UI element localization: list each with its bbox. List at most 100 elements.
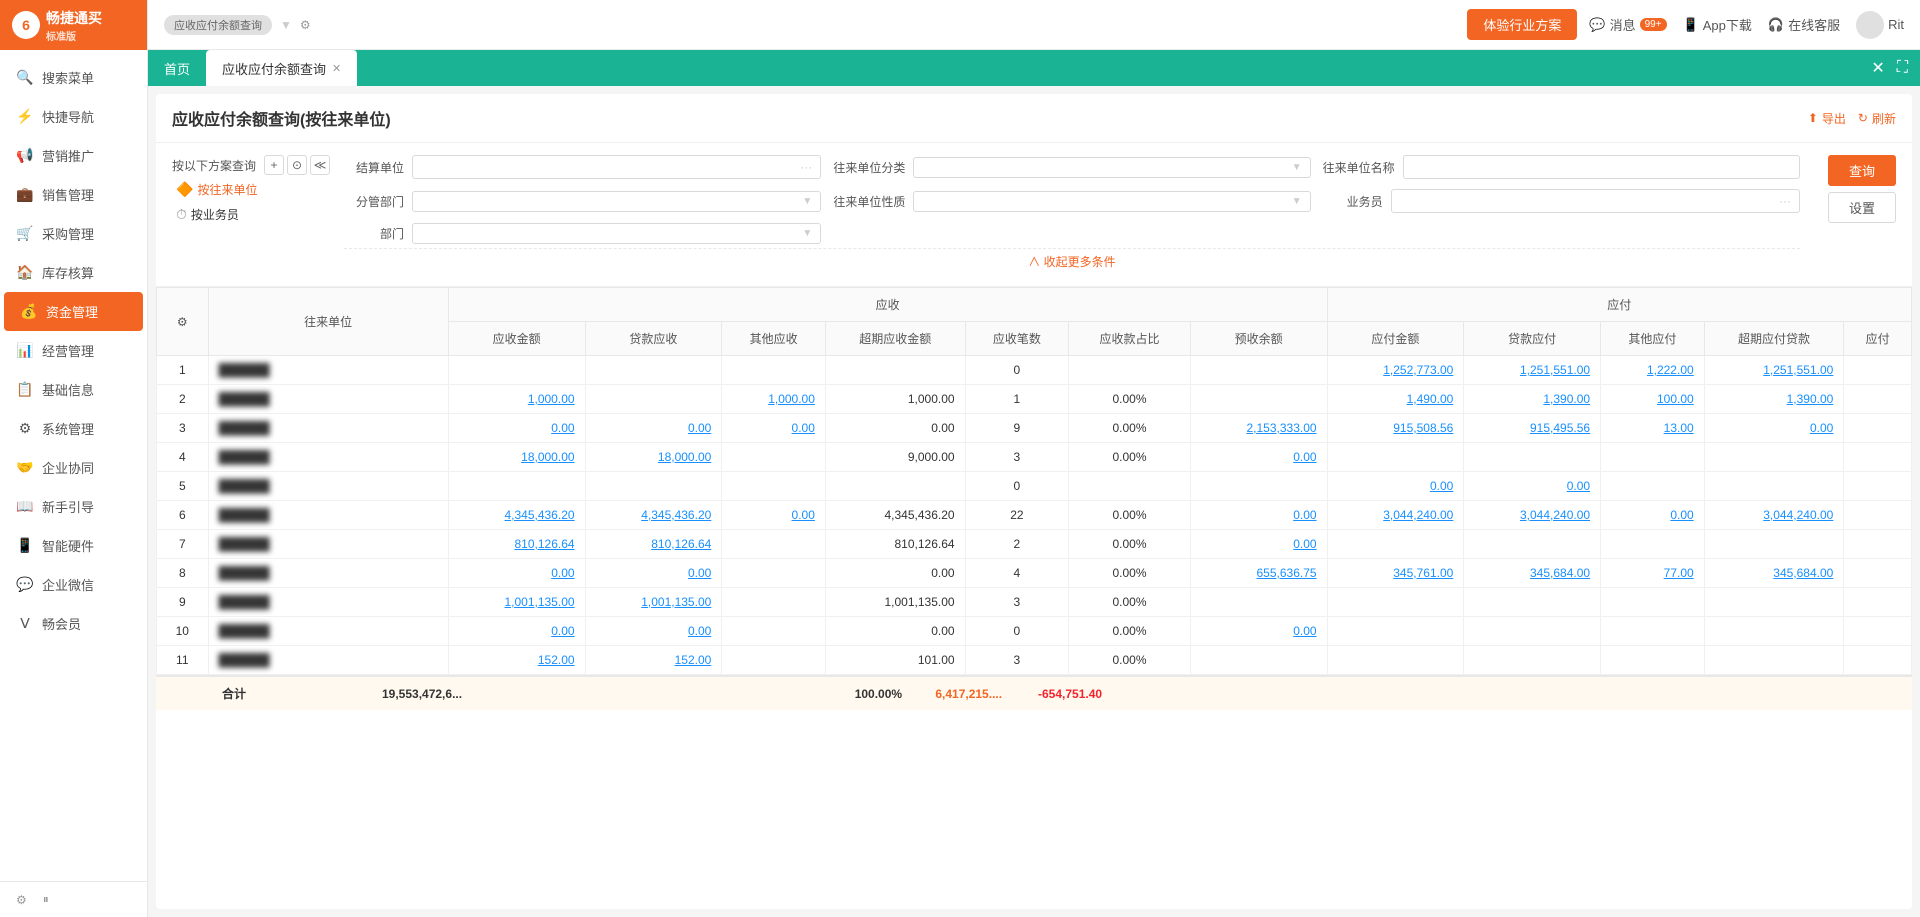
sidebar-item-basics[interactable]: 📋 基础信息 [0, 370, 147, 409]
cell-link[interactable]: 1,222.00 [1647, 363, 1694, 377]
partner-nature-input[interactable]: ▼ [913, 191, 1310, 212]
cell-link[interactable]: 0.00 [688, 421, 711, 435]
sidebar-item-quicknav[interactable]: ⚡ 快捷导航 [0, 97, 147, 136]
cell-link[interactable]: 1,490.00 [1407, 392, 1454, 406]
tab-maximize-icon[interactable]: ⛶ [1897, 59, 1908, 77]
settings-icon[interactable]: ⚙ [16, 893, 27, 907]
sidebar-item-search[interactable]: 🔍 搜索菜单 [0, 58, 147, 97]
filter-collapse-button[interactable]: ∧ 收起更多条件 [344, 248, 1800, 274]
cell-link[interactable]: 0.00 [1567, 479, 1590, 493]
message-badge: 99+ [1640, 18, 1667, 31]
cell-link[interactable]: 0.00 [551, 566, 574, 580]
cell-link[interactable]: 1,251,551.00 [1763, 363, 1833, 377]
cell-link[interactable]: 0.00 [1293, 624, 1316, 638]
settlement-unit-input[interactable]: ··· [412, 155, 821, 179]
cell-link[interactable]: 0.00 [551, 421, 574, 435]
partner-category-input[interactable]: ▼ [913, 157, 1310, 178]
solution-button[interactable]: 体验行业方案 [1467, 9, 1577, 40]
tab-close-icon[interactable]: ✕ [332, 62, 341, 75]
cell-link[interactable]: 1,251,551.00 [1520, 363, 1590, 377]
sidebar-item-wechat[interactable]: 💬 企业微信 [0, 565, 147, 604]
cell-link[interactable]: 345,761.00 [1393, 566, 1453, 580]
cell-link[interactable]: 655,636.75 [1257, 566, 1317, 580]
cell-link[interactable]: 3,044,240.00 [1383, 508, 1453, 522]
sidebar-item-finance[interactable]: 💰 资金管理 [4, 292, 143, 331]
export-button[interactable]: ⬆ 导出 [1808, 110, 1846, 127]
cell-link[interactable]: 1,390.00 [1787, 392, 1834, 406]
filter-option-partner[interactable]: 🔶 按往来单位 [172, 179, 332, 200]
partner-name-input[interactable] [1403, 155, 1800, 179]
refresh-button[interactable]: ↻ 刷新 [1858, 110, 1896, 127]
filter-option-salesperson[interactable]: ⏱ 按业务员 [172, 204, 332, 225]
query-button[interactable]: 查询 [1828, 155, 1896, 186]
cell-link[interactable]: 1,001,135.00 [641, 595, 711, 609]
sidebar-item-operations[interactable]: 📊 经营管理 [0, 331, 147, 370]
th-settings[interactable]: ⚙ [157, 288, 209, 356]
cell-link[interactable]: 1,000.00 [768, 392, 815, 406]
online-service-link[interactable]: 🎧 在线客服 [1768, 15, 1840, 34]
sidebar-item-guide[interactable]: 📖 新手引导 [0, 487, 147, 526]
cell-link[interactable]: 810,126.64 [514, 537, 574, 551]
app-download-link[interactable]: 📱 App下载 [1683, 15, 1752, 34]
cell-link[interactable]: 345,684.00 [1773, 566, 1833, 580]
salesperson-input[interactable]: ··· [1391, 189, 1800, 213]
tab-home-label: 首页 [164, 59, 190, 78]
cell-link[interactable]: 1,001,135.00 [504, 595, 574, 609]
collapse-icon[interactable]: ⏸ [43, 892, 49, 907]
cell-link[interactable]: 0.00 [688, 566, 711, 580]
table-row: 10██████0.000.000.0000.00%0.00 [157, 617, 1912, 646]
cell-link[interactable]: 0.00 [792, 508, 815, 522]
add-scheme-button[interactable]: + [264, 155, 284, 175]
sidebar-item-inventory[interactable]: 🏠 库存核算 [0, 253, 147, 292]
cell-link[interactable]: 18,000.00 [658, 450, 711, 464]
footer-receivable[interactable]: 19,553,472,6... [372, 687, 472, 701]
cell-link[interactable]: 3,044,240.00 [1763, 508, 1833, 522]
cell-link[interactable]: 0.00 [1670, 508, 1693, 522]
cell-link[interactable]: 77.00 [1664, 566, 1694, 580]
user-avatar[interactable]: Rit [1856, 11, 1904, 39]
cell-link[interactable]: 1,390.00 [1543, 392, 1590, 406]
cell-link[interactable]: 0.00 [1293, 450, 1316, 464]
cell-link[interactable]: 3,044,240.00 [1520, 508, 1590, 522]
supervising-dept-input[interactable]: ▼ [412, 191, 821, 212]
sidebar-item-system[interactable]: ⚙ 系统管理 [0, 409, 147, 448]
cell-link[interactable]: 0.00 [1810, 421, 1833, 435]
sidebar-item-marketing[interactable]: 📢 营销推广 [0, 136, 147, 175]
edit-scheme-button[interactable]: ⊙ [287, 155, 307, 175]
department-label: 部门 [344, 225, 404, 242]
cell-link[interactable]: 915,495.56 [1530, 421, 1590, 435]
cell-link[interactable]: 152.00 [675, 653, 712, 667]
cell-link[interactable]: 13.00 [1664, 421, 1694, 435]
cell-link[interactable]: 1,252,773.00 [1383, 363, 1453, 377]
tab-close-window-icon[interactable]: ✕ [1871, 58, 1884, 78]
department-input[interactable]: ▼ [412, 223, 821, 244]
cell-link[interactable]: 915,508.56 [1393, 421, 1453, 435]
cell-link[interactable]: 345,684.00 [1530, 566, 1590, 580]
setting-button[interactable]: 设置 [1828, 192, 1896, 223]
tab-home[interactable]: 首页 [148, 50, 206, 86]
cell-link[interactable]: 1,000.00 [528, 392, 575, 406]
cell-link[interactable]: 18,000.00 [521, 450, 574, 464]
sidebar-item-collab[interactable]: 🤝 企业协同 [0, 448, 147, 487]
settings-gear-icon[interactable]: ⚙ [300, 18, 311, 32]
cell-link[interactable]: 152.00 [538, 653, 575, 667]
sidebar-item-vip[interactable]: Ⅴ 畅会员 [0, 604, 147, 643]
cell-link[interactable]: 0.00 [1430, 479, 1453, 493]
cell-link[interactable]: 2,153,333.00 [1246, 421, 1316, 435]
tab-receivable[interactable]: 应收应付余额查询 ✕ [206, 50, 357, 86]
sidebar-item-hardware[interactable]: 📱 智能硬件 [0, 526, 147, 565]
cell-link[interactable]: 100.00 [1657, 392, 1694, 406]
cell-link[interactable]: 810,126.64 [651, 537, 711, 551]
footer-prepay: 6,417,215.... [912, 687, 1012, 701]
messages-icon[interactable]: 💬 消息 99+ [1589, 15, 1666, 34]
cell-link[interactable]: 0.00 [688, 624, 711, 638]
cell-link[interactable]: 0.00 [551, 624, 574, 638]
cell-link[interactable]: 0.00 [1293, 508, 1316, 522]
cell-link[interactable]: 0.00 [792, 421, 815, 435]
cell-link[interactable]: 4,345,436.20 [641, 508, 711, 522]
sidebar-item-sales[interactable]: 💼 销售管理 [0, 175, 147, 214]
cell-link[interactable]: 0.00 [1293, 537, 1316, 551]
collapse-scheme-button[interactable]: ≪ [310, 155, 330, 175]
sidebar-item-purchase[interactable]: 🛒 采购管理 [0, 214, 147, 253]
cell-link[interactable]: 4,345,436.20 [504, 508, 574, 522]
